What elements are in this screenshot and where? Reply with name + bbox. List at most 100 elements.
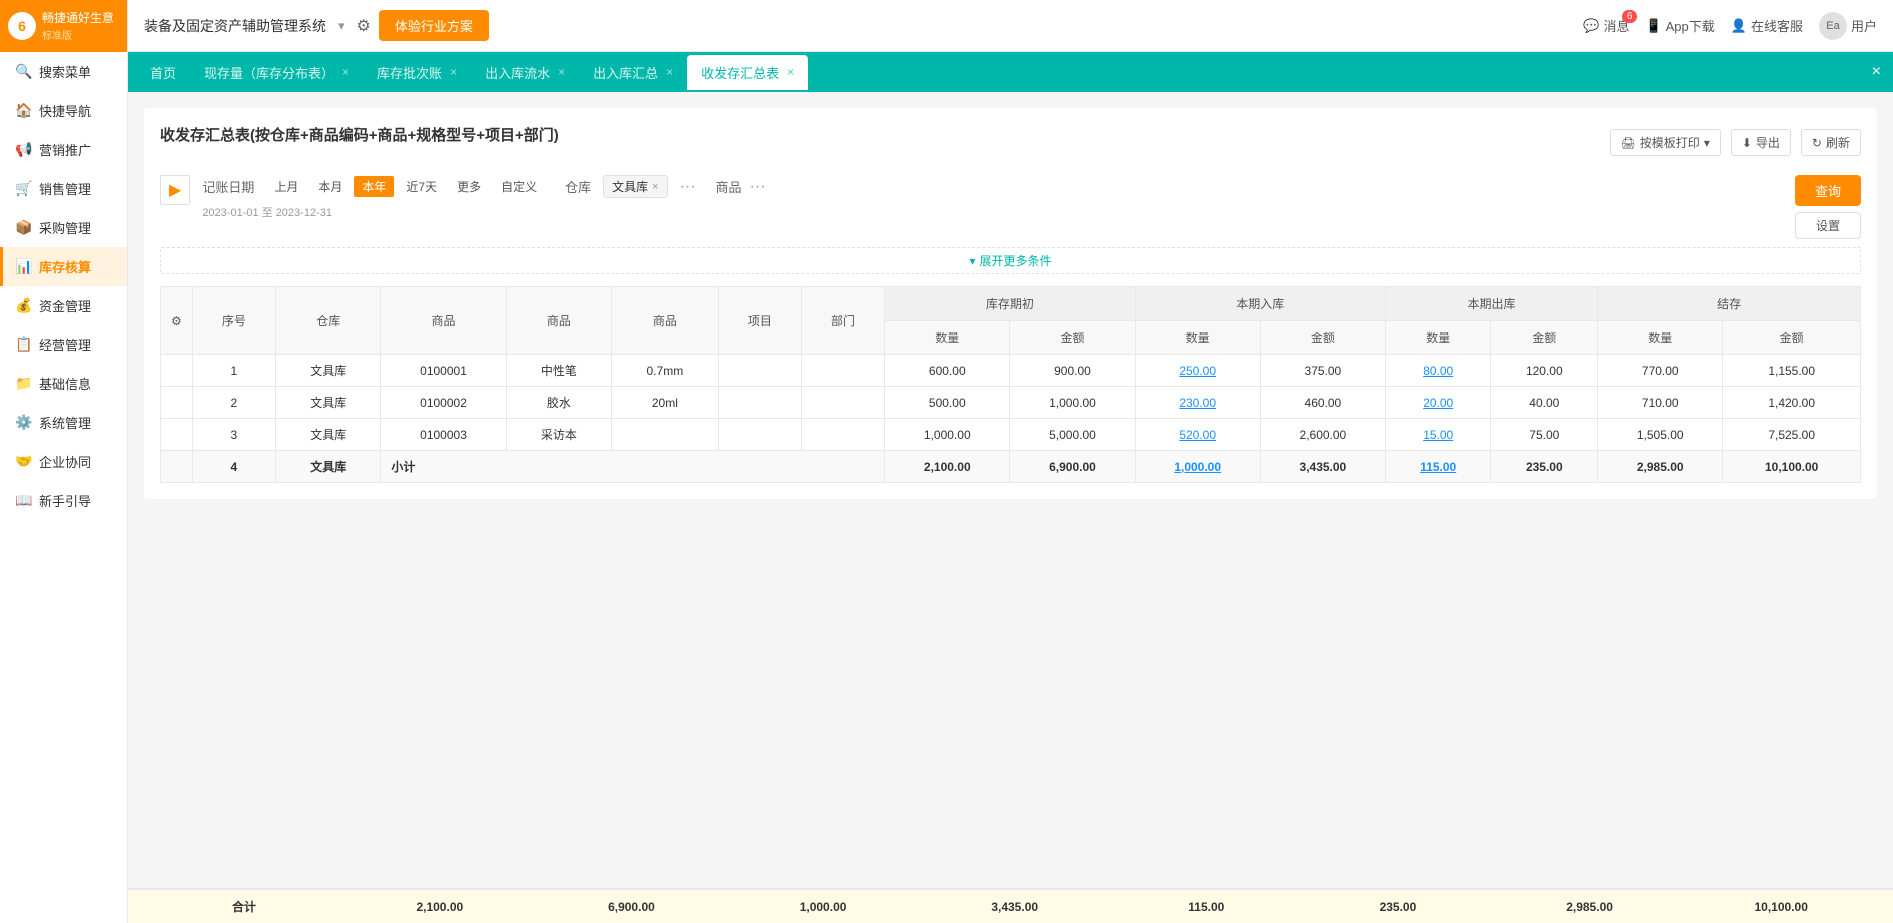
expand-icon: ▾ [969,254,975,268]
table-row: 1 文具库 0100001 中性笔 0.7mm 600.00 900.00 25… [161,355,1861,387]
filter-toggle-btn[interactable]: ▶ [160,175,190,205]
refresh-btn[interactable]: ↻ 刷新 [1801,129,1861,156]
tab-home[interactable]: 首页 [136,55,190,90]
user-btn[interactable]: Ea 用户 [1819,12,1877,40]
sidebar-item-system[interactable]: ⚙️ 系统管理 [0,403,127,442]
more-dates-btn[interactable]: 更多 [449,176,489,197]
subtotal-warehouse: 文具库 [276,451,381,483]
warehouse-filter-label: 仓库 [565,177,591,196]
try-btn[interactable]: 体验行业方案 [379,10,489,41]
th-name: 商品 [506,287,611,355]
row2-in-amt: 460.00 [1260,387,1385,419]
tab-in-out-flow[interactable]: 出入库流水 × [471,55,579,90]
th-balance: 结存 [1598,287,1861,321]
query-btn[interactable]: 查询 [1795,175,1861,206]
message-badge: 6 [1622,10,1638,23]
page-title: 收发存汇总表(按仓库+商品编码+商品+规格型号+项目+部门) [160,124,559,145]
app-download-btn[interactable]: 📱 App下载 [1645,16,1714,35]
last-month-btn[interactable]: 上月 [266,176,306,197]
row3-out-qty[interactable]: 15.00 [1385,419,1490,451]
sidebar-item-basic-info[interactable]: 📁 基础信息 [0,364,127,403]
sidebar-item-purchase[interactable]: 📦 采购管理 [0,208,127,247]
tab-in-out-summary[interactable]: 出入库汇总 × [579,55,687,90]
sidebar-item-label: 快捷导航 [39,101,91,120]
this-year-btn[interactable]: 本年 [354,176,394,197]
th-dept: 部门 [801,287,884,355]
tab-close-summary[interactable]: × [666,65,673,79]
marketing-icon: 📢 [15,141,33,158]
sidebar-item-enterprise[interactable]: 🤝 企业协同 [0,442,127,481]
search-icon: 🔍 [15,63,33,80]
settings-small-btn[interactable]: 设置 [1795,212,1861,239]
service-icon: 👤 [1731,18,1747,34]
th-open-amt: 金额 [1010,321,1135,355]
tab-close-flow[interactable]: × [558,65,565,79]
guide-icon: 📖 [15,492,33,509]
tab-close-recv-send[interactable]: × [787,65,794,79]
app-download-label: App下载 [1666,16,1715,35]
row3-warehouse: 文具库 [276,419,381,451]
settings-icon[interactable]: ⚙ [357,16,371,36]
sidebar-item-search[interactable]: 🔍 搜索菜单 [0,52,127,91]
total-in-amt: 3,435.00 [919,900,1111,914]
goods-more[interactable]: ··· [750,178,766,196]
total-open-amt: 6,900.00 [536,900,728,914]
row1-out-qty[interactable]: 80.00 [1385,355,1490,387]
last-7-days-btn[interactable]: 近7天 [398,176,445,197]
sidebar-item-sales[interactable]: 🛒 销售管理 [0,169,127,208]
tab-close-batch[interactable]: × [450,65,457,79]
row3-in-qty[interactable]: 520.00 [1135,419,1260,451]
subtotal-out-qty[interactable]: 115.00 [1385,451,1490,483]
message-icon: 💬 [1583,18,1599,34]
sidebar-item-marketing[interactable]: 📢 营销推广 [0,130,127,169]
row2-out-qty[interactable]: 20.00 [1385,387,1490,419]
sidebar-item-finance[interactable]: 💰 资金管理 [0,286,127,325]
goods-filter-label: 商品 [716,177,742,196]
row1-open-qty: 600.00 [885,355,1010,387]
expand-more-btn[interactable]: ▾ 展开更多条件 [160,247,1861,274]
sidebar-item-guide[interactable]: 📖 新手引导 [0,481,127,520]
warehouse-tag-close[interactable]: × [652,181,658,193]
row3-code: 0100003 [381,419,506,451]
th-period-out: 本期出库 [1385,287,1597,321]
export-btn[interactable]: ⬇ 导出 [1731,129,1791,156]
tab-recv-send[interactable]: 收发存汇总表 × [687,55,808,90]
row1-in-qty[interactable]: 250.00 [1135,355,1260,387]
sidebar-item-label: 资金管理 [39,296,91,315]
th-no: 序号 [192,287,275,355]
row1-project [718,355,801,387]
print-dropdown-icon: ▾ [1704,136,1710,150]
warehouse-more[interactable]: ··· [680,178,696,196]
row2-in-qty[interactable]: 230.00 [1135,387,1260,419]
sidebar-item-operations[interactable]: 📋 经营管理 [0,325,127,364]
sidebar-menu: 🔍 搜索菜单 🏠 快捷导航 📢 营销推广 🛒 销售管理 📦 采购管理 📊 库存核… [0,52,127,923]
th-bal-qty: 数量 [1598,321,1723,355]
sidebar-item-quick-nav[interactable]: 🏠 快捷导航 [0,91,127,130]
print-btn[interactable]: 🖨 按模板打印 ▾ [1610,129,1721,156]
sidebar-item-label: 营销推广 [39,140,91,159]
message-btn[interactable]: 💬 消息 6 [1583,16,1629,35]
custom-date-btn[interactable]: 自定义 [493,176,545,197]
sidebar-item-inventory[interactable]: 📊 库存核算 [0,247,127,286]
tab-close-stock-dist[interactable]: × [342,65,349,79]
tab-stock-dist[interactable]: 现存量（库存分布表） × [190,55,363,90]
row3-name: 采访本 [506,419,611,451]
logo-badge: 标准版 [42,27,114,42]
tab-bar-close[interactable]: × [1868,59,1885,85]
row1-bal-amt: 1,155.00 [1723,355,1861,387]
this-month-btn[interactable]: 本月 [310,176,350,197]
row1-in-amt: 375.00 [1260,355,1385,387]
sidebar-item-label: 经营管理 [39,335,91,354]
subtotal-in-qty[interactable]: 1,000.00 [1135,451,1260,483]
row3-no: 3 [192,419,275,451]
row3-project [718,419,801,451]
table-settings-th[interactable]: ⚙ [161,287,193,355]
operations-icon: 📋 [15,336,33,353]
date-range-text: 2023-01-01 至 2023-12-31 [202,204,1783,220]
row2-code: 0100002 [381,387,506,419]
table-row: 3 文具库 0100003 采访本 1,000.00 5,000.00 520.… [161,419,1861,451]
online-service-btn[interactable]: 👤 在线客服 [1731,16,1803,35]
tab-batch-ledger[interactable]: 库存批次账 × [363,55,471,90]
row2-out-amt: 40.00 [1491,387,1598,419]
sidebar-item-label: 系统管理 [39,413,91,432]
